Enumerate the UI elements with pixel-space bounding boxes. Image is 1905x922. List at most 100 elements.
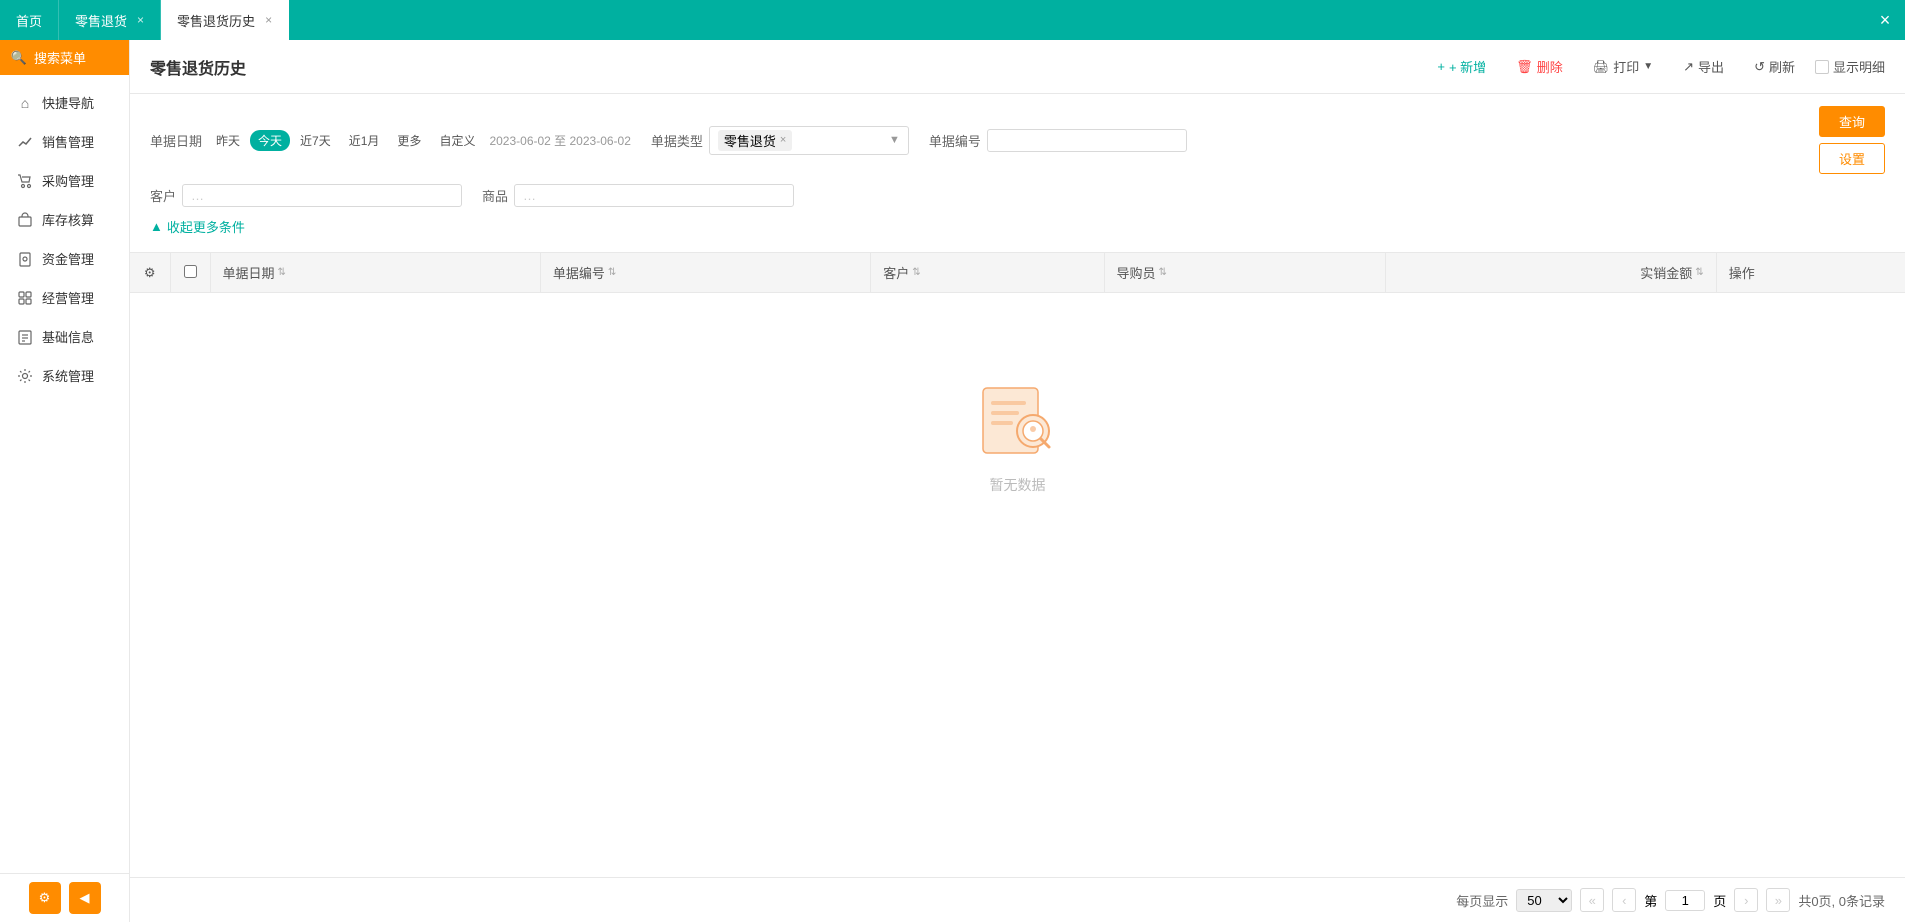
print-label: 打印 xyxy=(1613,57,1639,76)
th-amount[interactable]: 实销金额 ⇅ xyxy=(1386,253,1716,293)
page-next-btn[interactable]: › xyxy=(1734,888,1758,912)
doc-type-filter: 单据类型 零售退货 × ▼ xyxy=(651,126,909,155)
empty-state: 暂无数据 xyxy=(130,293,1905,575)
customer-select[interactable]: … xyxy=(182,184,462,207)
empty-icon xyxy=(973,373,1063,463)
sidebar-item-sales[interactable]: 销售管理 xyxy=(0,122,129,161)
doc-type-tag: 零售退货 × xyxy=(718,130,792,151)
date-7days[interactable]: 近7天 xyxy=(292,130,339,151)
print-icon: 🖨 xyxy=(1593,59,1610,75)
th-doc-date[interactable]: 单据日期 ⇅ xyxy=(210,253,540,293)
doc-type-value: 零售退货 × xyxy=(718,130,889,151)
goods-placeholder: … xyxy=(523,188,536,203)
sidebar-item-label-basic-info: 基础信息 xyxy=(42,327,94,346)
search-icon: 🔍 xyxy=(10,49,28,67)
collapse-label: 收起更多条件 xyxy=(167,217,245,236)
sidebar-item-inventory[interactable]: 库存核算 xyxy=(0,200,129,239)
sidebar-nav: ⌂ 快捷导航 销售管理 采购管理 库存核算 xyxy=(0,75,129,873)
sidebar: 🔍 搜索菜单 ⌂ 快捷导航 销售管理 采购管理 xyxy=(0,40,130,922)
query-button[interactable]: 查询 xyxy=(1819,106,1885,137)
filter-settings-button[interactable]: 设置 xyxy=(1819,143,1885,174)
sidebar-item-finance[interactable]: 资金管理 xyxy=(0,239,129,278)
tab-retail-return-history[interactable]: 零售退货历史 × xyxy=(161,0,289,40)
last-page-icon: » xyxy=(1775,893,1782,908)
sidebar-item-label-inventory: 库存核算 xyxy=(42,210,94,229)
page-size-label: 每页显示 xyxy=(1456,891,1508,910)
tab-retail-return[interactable]: 零售退货 × xyxy=(59,0,161,40)
sidebar-settings-btn[interactable]: ⚙ xyxy=(29,882,61,914)
doc-type-tag-text: 零售退货 xyxy=(724,131,776,150)
export-button[interactable]: ↗ 导出 xyxy=(1673,52,1734,81)
prev-page-icon: ‹ xyxy=(1622,893,1626,908)
delete-button[interactable]: 🗑 删除 xyxy=(1506,52,1573,81)
inventory-icon xyxy=(16,211,34,229)
sidebar-item-operations[interactable]: 经营管理 xyxy=(0,278,129,317)
th-checkbox[interactable] xyxy=(170,253,210,293)
refresh-label: 刷新 xyxy=(1769,57,1795,76)
doc-type-tag-close[interactable]: × xyxy=(780,134,786,146)
th-settings[interactable]: ⚙ xyxy=(130,253,170,293)
new-label: + 新增 xyxy=(1449,57,1486,76)
content-area: 零售退货历史 + + 新增 🗑 删除 🖨 打印 ▼ ↗ 导出 xyxy=(130,40,1905,922)
doc-number-label: 单据编号 xyxy=(929,131,981,150)
purchase-icon xyxy=(16,172,34,190)
collapse-icon: ◀ xyxy=(80,890,90,906)
sidebar-item-purchase[interactable]: 采购管理 xyxy=(0,161,129,200)
filter-row-1: 单据日期 昨天 今天 近7天 近1月 更多 自定义 2023-06-02 至 2… xyxy=(150,106,1885,174)
tab-home[interactable]: 首页 xyxy=(0,0,59,40)
date-range-display: 2023-06-02 至 2023-06-02 xyxy=(489,132,630,149)
collapse-conditions-btn[interactable]: ▲ 收起更多条件 xyxy=(150,217,1885,236)
page-label: 第 xyxy=(1644,891,1657,910)
th-customer[interactable]: 客户 ⇅ xyxy=(871,253,1104,293)
page-first-btn[interactable]: « xyxy=(1580,888,1604,912)
new-button[interactable]: + + 新增 xyxy=(1427,52,1496,81)
page-prev-btn[interactable]: ‹ xyxy=(1612,888,1636,912)
select-all-checkbox[interactable] xyxy=(184,265,197,278)
tab-retail-return-history-close[interactable]: × xyxy=(265,13,272,27)
goods-select[interactable]: … xyxy=(514,184,794,207)
sidebar-item-label-quick: 快捷导航 xyxy=(42,93,94,112)
sidebar-item-label-operations: 经营管理 xyxy=(42,288,94,307)
sort-icon-amount: ⇅ xyxy=(1695,267,1703,278)
sidebar-item-label-sales: 销售管理 xyxy=(42,132,94,151)
date-yesterday[interactable]: 昨天 xyxy=(208,130,248,151)
sidebar-item-label-purchase: 采购管理 xyxy=(42,171,94,190)
refresh-button[interactable]: ↺ 刷新 xyxy=(1744,52,1805,81)
basic-info-icon xyxy=(16,328,34,346)
gear-icon: ⚙ xyxy=(39,890,51,906)
tab-retail-return-history-label: 零售退货历史 xyxy=(177,11,255,30)
sort-icon-customer: ⇅ xyxy=(912,267,920,278)
top-bar: 首页 零售退货 × 零售退货历史 × × xyxy=(0,0,1905,40)
date-custom[interactable]: 自定义 xyxy=(431,130,483,151)
page-title: 零售退货历史 xyxy=(150,55,246,79)
pagination: 每页显示 50 10 20 100 « ‹ 第 页 › » 共0页, 0条记录 xyxy=(130,877,1905,922)
doc-number-input[interactable] xyxy=(987,129,1187,152)
window-close-btn[interactable]: × xyxy=(1865,0,1905,40)
main-layout: 🔍 搜索菜单 ⌂ 快捷导航 销售管理 采购管理 xyxy=(0,40,1905,922)
sort-icon-doc-date: ⇅ xyxy=(278,267,286,278)
sidebar-search[interactable]: 🔍 搜索菜单 xyxy=(0,40,129,75)
date-today[interactable]: 今天 xyxy=(250,130,290,151)
sidebar-item-system[interactable]: 系统管理 xyxy=(0,356,129,395)
page-last-btn[interactable]: » xyxy=(1766,888,1790,912)
date-more[interactable]: 更多 xyxy=(389,130,429,151)
doc-type-select[interactable]: 零售退货 × ▼ xyxy=(709,126,909,155)
doc-number-filter: 单据编号 xyxy=(929,129,1187,152)
delete-label: 删除 xyxy=(1537,57,1563,76)
page-number-input[interactable] xyxy=(1665,890,1705,911)
sidebar-item-basic-info[interactable]: 基础信息 xyxy=(0,317,129,356)
print-button[interactable]: 🖨 打印 ▼ xyxy=(1583,52,1663,81)
display-detail-checkbox[interactable] xyxy=(1815,60,1829,74)
doc-type-label: 单据类型 xyxy=(651,131,703,150)
th-operation: 操作 xyxy=(1716,253,1905,293)
sidebar-collapse-btn[interactable]: ◀ xyxy=(69,882,101,914)
sidebar-item-quick-nav[interactable]: ⌂ 快捷导航 xyxy=(0,83,129,122)
th-doc-number[interactable]: 单据编号 ⇅ xyxy=(540,253,870,293)
sidebar-item-label-finance: 资金管理 xyxy=(42,249,94,268)
tab-retail-return-close[interactable]: × xyxy=(137,13,144,27)
page-size-select[interactable]: 50 10 20 100 xyxy=(1516,889,1572,912)
th-guide[interactable]: 导购员 ⇅ xyxy=(1104,253,1386,293)
refresh-icon: ↺ xyxy=(1754,59,1765,75)
date-filter: 单据日期 昨天 今天 近7天 近1月 更多 自定义 2023-06-02 至 2… xyxy=(150,130,631,151)
date-1month[interactable]: 近1月 xyxy=(341,130,388,151)
